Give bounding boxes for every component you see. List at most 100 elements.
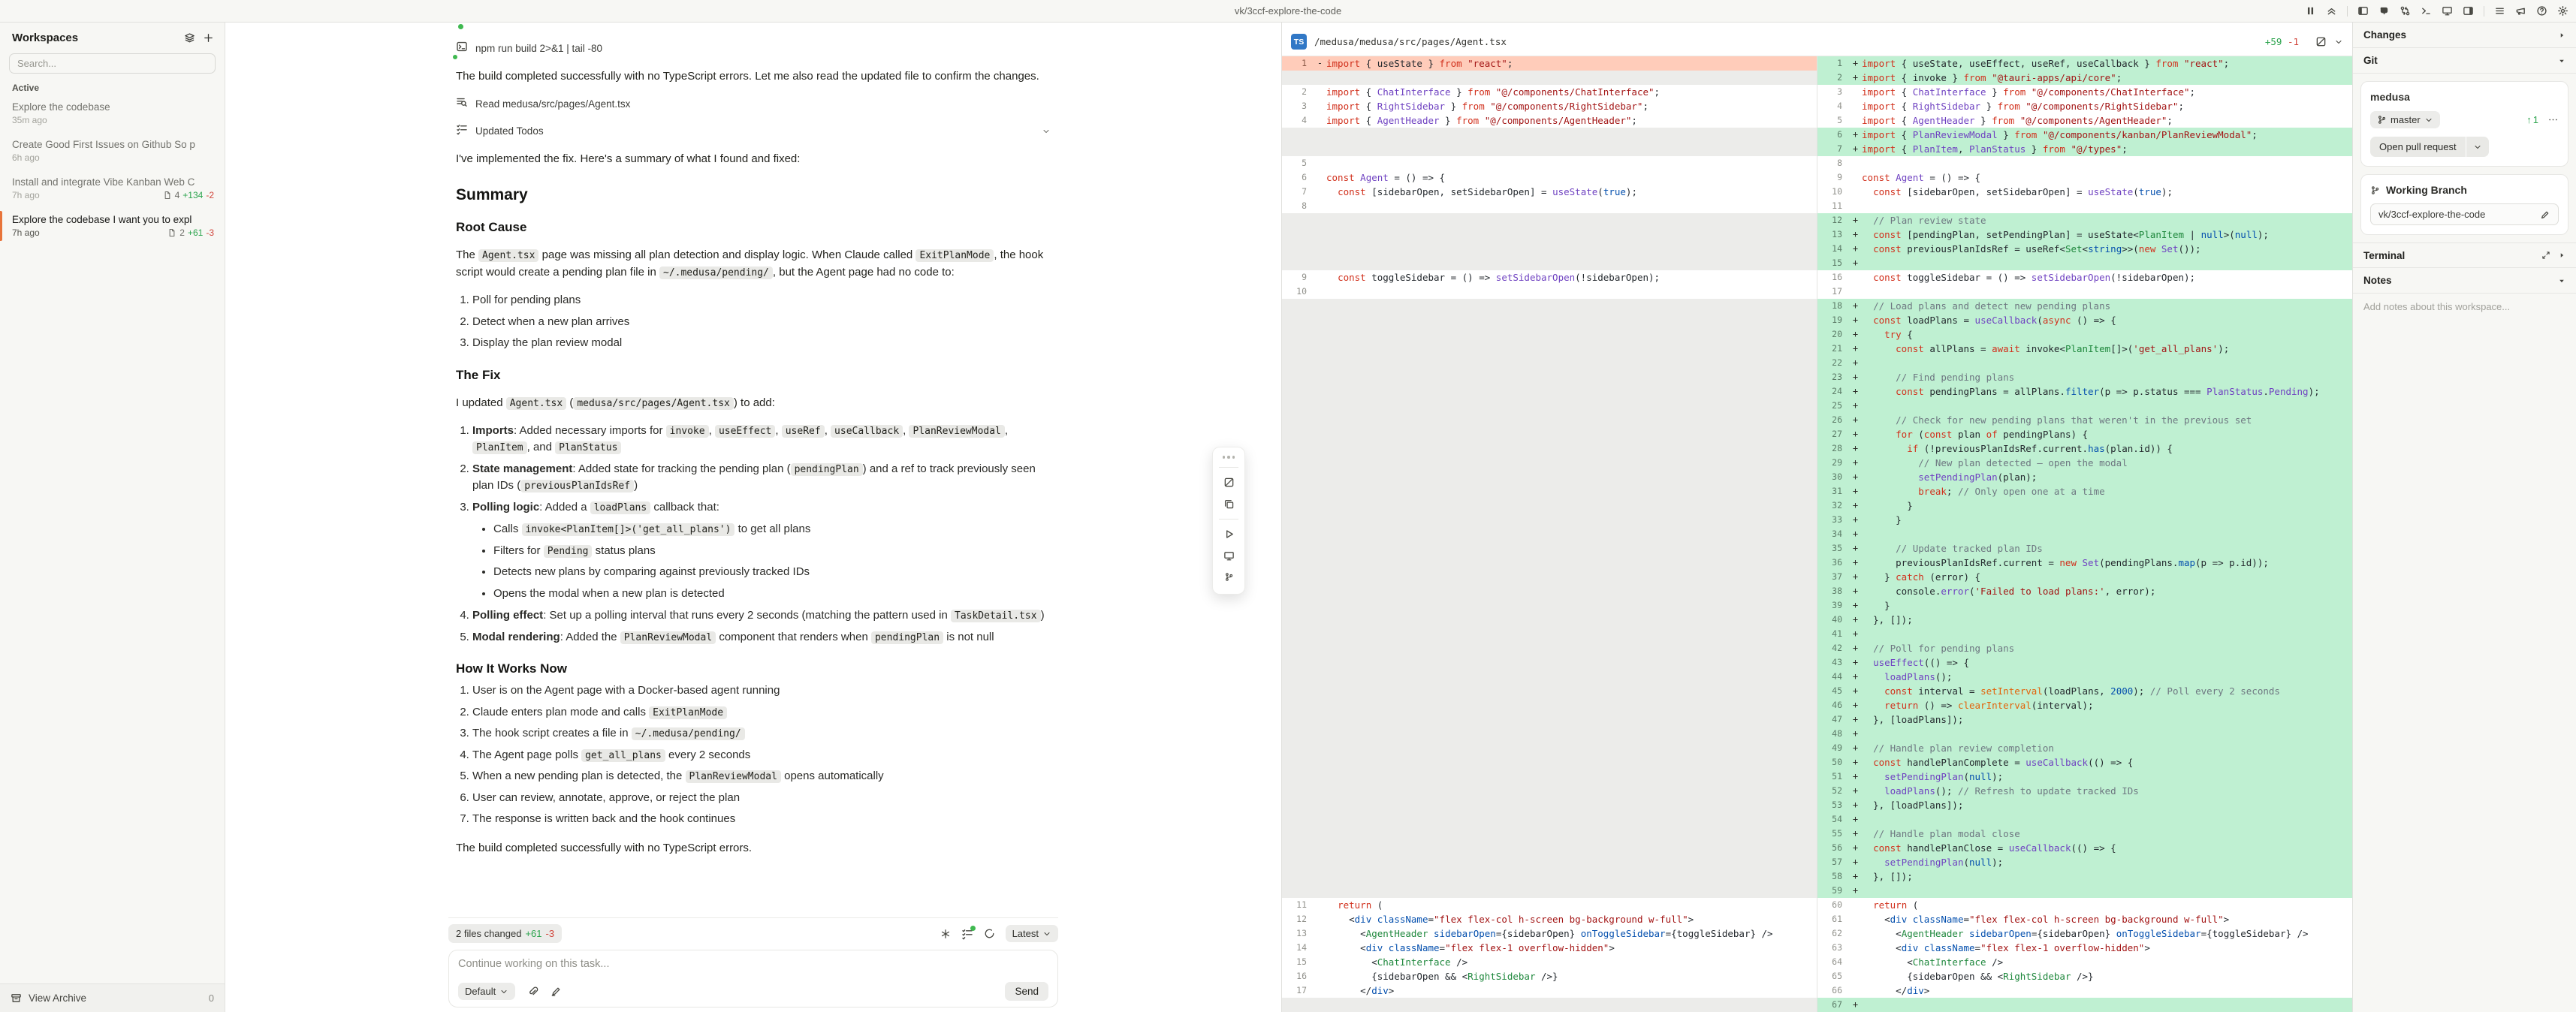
diff-row: 56+ const handlePlanClose = useCallback(… [1817, 841, 2352, 855]
chevron-down-icon[interactable] [2334, 38, 2343, 47]
list-item: Poll for pending plans [472, 292, 1051, 309]
diff-row [1282, 598, 1817, 613]
plus-icon[interactable] [203, 32, 214, 44]
latest-dropdown[interactable]: Latest [1006, 925, 1058, 942]
diff-row [1282, 655, 1817, 670]
workspace-item[interactable]: Create Good First Issues on Github So p … [0, 132, 225, 170]
workspace-item[interactable]: Explore the codebase I want you to expl … [0, 207, 225, 245]
diff-file-header[interactable]: TS /medusa/medusa/src/pages/Agent.tsx +5… [1282, 28, 2352, 56]
send-button[interactable]: Send [1005, 982, 1048, 1001]
diff-row: 47+ }, [loadPlans]); [1817, 712, 2352, 727]
edit-pencil-icon[interactable] [2540, 209, 2550, 220]
collapse-up-icon[interactable] [2326, 5, 2337, 17]
chat-paragraph: The build completed successfully with no… [456, 68, 1051, 85]
pr-options-button[interactable] [2466, 137, 2489, 157]
monitor-icon[interactable] [1223, 550, 1235, 562]
diff-row: 63 <div className="flex flex-1 overflow-… [1817, 941, 2352, 955]
diff-row: 57+ setPendingPlan(null); [1817, 855, 2352, 869]
message-placeholder: Continue working on this task... [458, 958, 1048, 970]
terminal-section-header[interactable]: Terminal [2353, 242, 2576, 268]
view-archive-button[interactable]: View Archive 0 [0, 983, 225, 1012]
chevron-down-icon[interactable] [1042, 127, 1051, 136]
git-compare-icon[interactable] [2400, 5, 2411, 17]
git-branch-icon[interactable] [1224, 572, 1234, 582]
play-icon[interactable] [1223, 529, 1235, 540]
expand-icon[interactable] [2541, 251, 2550, 260]
diff-row [1282, 641, 1817, 655]
diff-row: 16 const toggleSidebar = () => setSideba… [1817, 270, 2352, 285]
more-options-icon[interactable] [2547, 114, 2559, 125]
workspace-time: 7h ago [12, 190, 163, 200]
drag-handle-icon[interactable] [1223, 456, 1235, 459]
notes-placeholder[interactable]: Add notes about this workspace... [2353, 294, 2576, 320]
repo-name: medusa [2370, 91, 2559, 103]
settings-icon[interactable] [2557, 5, 2568, 17]
model-dropdown[interactable]: Default [458, 983, 515, 1000]
notes-section-header[interactable]: Notes [2353, 268, 2576, 294]
chevron-down-icon [2424, 116, 2433, 125]
copy-icon[interactable] [1223, 498, 1235, 510]
tool-call-row[interactable]: Read medusa/src/pages/Agent.tsx [456, 96, 1051, 112]
archive-count: 0 [209, 992, 214, 1004]
diff-row: 37+ } catch (error) { [1817, 570, 2352, 584]
list-item: When a new pending plan is detected, the… [472, 768, 1051, 785]
message-input[interactable]: Continue working on this task... Default… [448, 950, 1058, 1007]
pause-icon[interactable] [2305, 5, 2316, 17]
list-item: Polling logic: Added a loadPlans callbac… [472, 499, 1051, 603]
chat-heading: Root Cause [456, 220, 1051, 235]
diff-row [1282, 227, 1817, 242]
chat-bubble-icon[interactable] [2378, 5, 2390, 17]
megaphone-icon[interactable] [2515, 5, 2526, 17]
open-pr-button[interactable]: Open pull request [2370, 137, 2466, 157]
diff-row: 49+ // Handle plan review completion [1817, 741, 2352, 755]
diff-row: 52+ loadPlans(); // Refresh to update tr… [1817, 784, 2352, 798]
files-changed-chip[interactable]: 2 files changed +61 -3 [448, 924, 562, 943]
changes-section-header[interactable]: Changes [2353, 23, 2576, 48]
prompt-icon[interactable] [2421, 5, 2432, 17]
diff-view-icon[interactable] [1223, 477, 1235, 488]
diff-row [1282, 71, 1817, 85]
spark-icon[interactable] [940, 929, 951, 939]
help-icon[interactable] [2536, 5, 2547, 17]
diff-view-toggle-icon[interactable] [2315, 36, 2327, 47]
additions-count: +61 [525, 928, 541, 939]
monitor-icon[interactable] [2442, 5, 2453, 17]
branch-dropdown[interactable]: master [2370, 111, 2440, 128]
diff-row [1282, 613, 1817, 627]
panel-left-icon[interactable] [2357, 5, 2369, 17]
workspace-title: Install and integrate Vibe Kanban Web C [12, 176, 214, 188]
tool-call-label: Read medusa/src/pages/Agent.tsx [475, 98, 630, 110]
archive-icon [11, 992, 22, 1004]
diff-row: 44+ loadPlans(); [1817, 670, 2352, 684]
menu-icon[interactable] [2494, 5, 2505, 17]
read-icon [456, 96, 468, 112]
diff-row: 32+ } [1817, 498, 2352, 513]
pen-icon[interactable] [550, 986, 562, 997]
diff-row [1282, 299, 1817, 313]
terminal-icon [456, 41, 468, 56]
todos-status-icon[interactable] [961, 928, 973, 940]
diff-row: 10 [1282, 285, 1817, 299]
working-branch-field[interactable]: vk/3ccf-explore-the-code [2370, 203, 2559, 225]
diff-row: 17 </div> [1282, 983, 1817, 998]
panel-right-icon[interactable] [2463, 5, 2474, 17]
workspace-item[interactable]: Install and integrate Vibe Kanban Web C … [0, 170, 225, 207]
diff-row: 39+ } [1817, 598, 2352, 613]
attach-icon[interactable] [527, 986, 538, 997]
todos-icon [456, 123, 468, 139]
diff-row [1282, 456, 1817, 470]
active-section-label: Active [0, 78, 225, 95]
tool-call-row[interactable]: Updated Todos [456, 123, 1051, 139]
agent-chat-panel: npm run build 2>&1 | tail -80 The build … [225, 23, 1281, 1012]
diff-row [1282, 584, 1817, 598]
search-input[interactable] [9, 53, 216, 74]
git-section-header[interactable]: Git [2353, 48, 2576, 74]
diff-row [1282, 128, 1817, 142]
diff-row: 3import { RightSidebar } from "@/compone… [1282, 99, 1817, 113]
workspace-item[interactable]: Explore the codebase 35m ago [0, 95, 225, 132]
tool-call-row[interactable]: npm run build 2>&1 | tail -80 [456, 41, 1051, 56]
stack-icon[interactable] [184, 32, 195, 44]
ordered-list: Imports: Added necessary imports for inv… [460, 423, 1051, 646]
list-item: Claude enters plan mode and calls ExitPl… [472, 704, 1051, 721]
diff-row [1282, 384, 1817, 399]
